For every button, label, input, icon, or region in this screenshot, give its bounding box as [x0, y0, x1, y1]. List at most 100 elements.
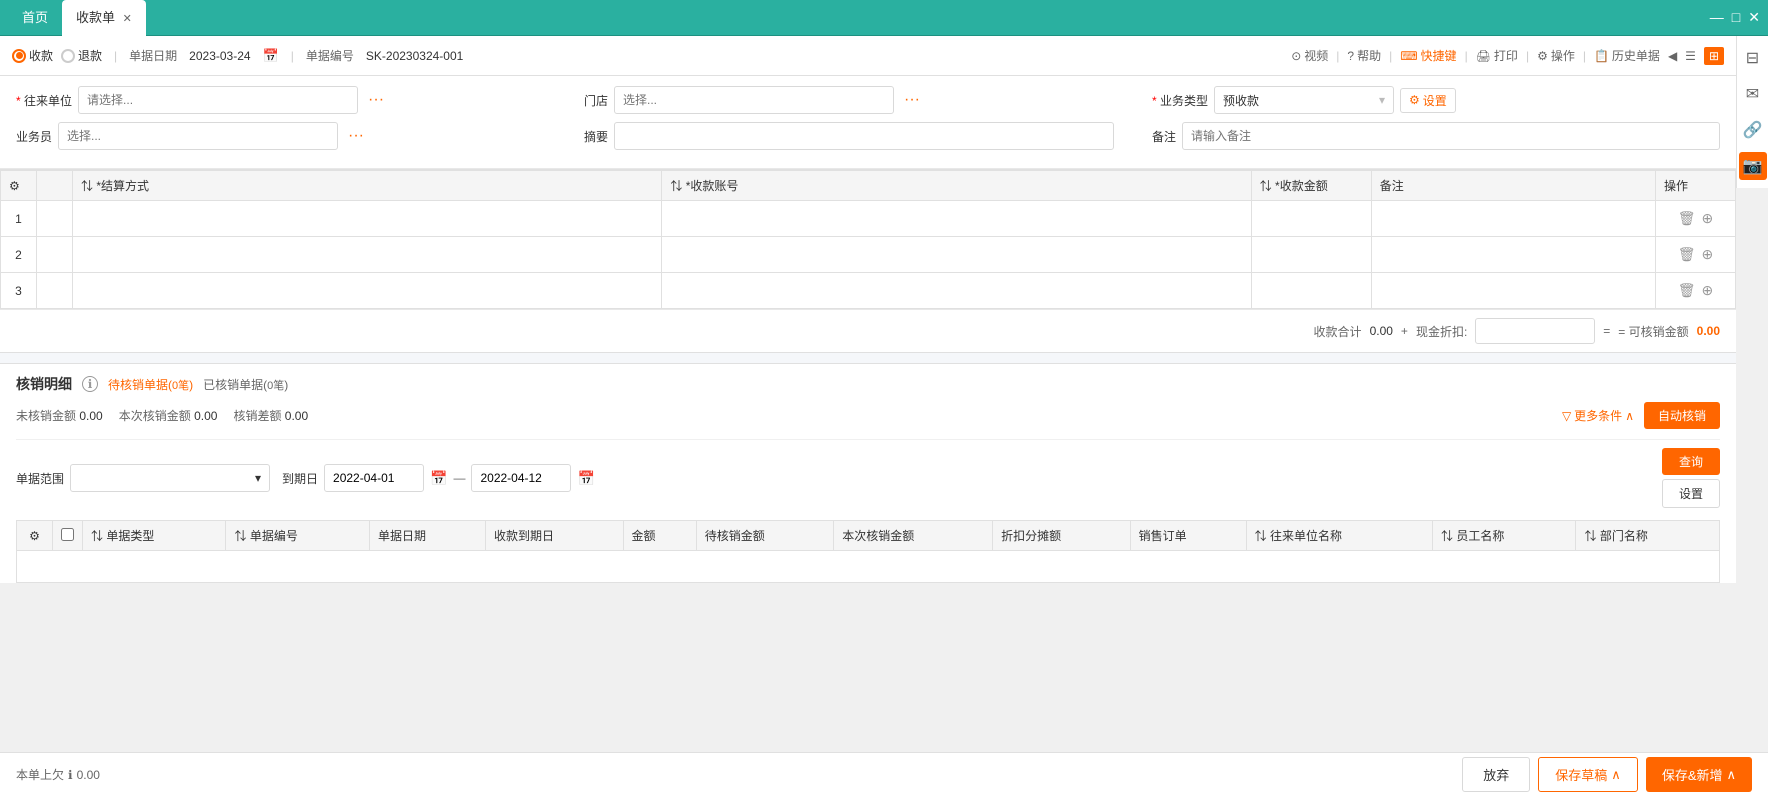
footer: 本单上欠 ℹ 0.00 放弃 保存草稿 ∧ 保存&新增 ∧	[0, 752, 1768, 796]
save-new-btn[interactable]: 保存&新增 ∧	[1646, 757, 1752, 792]
bt-col-pending: 待核销金额	[696, 521, 833, 551]
date-from-calendar-icon[interactable]: 📅	[430, 470, 447, 487]
radio-receipt[interactable]: 收款	[12, 47, 53, 64]
nav-list-icon[interactable]: ☰	[1685, 49, 1696, 63]
query-btn[interactable]: 查询	[1662, 448, 1720, 475]
panel-screenshot-icon[interactable]: 📷	[1739, 152, 1767, 180]
filter-row: 单据范围 到期日 📅 — 📅 查询 设置	[16, 439, 1720, 516]
main-content: 收款 退款 | 单据日期 2023-03-24 📅 | 单据编号 SK-2023…	[0, 36, 1768, 752]
nav-prev-icon[interactable]: ◀	[1668, 49, 1677, 63]
bt-col-settings[interactable]: ⚙	[17, 521, 53, 551]
done-tab[interactable]: 已核销单据(0笔)	[203, 376, 288, 393]
draft-btn[interactable]: 保存草稿 ∧	[1538, 757, 1638, 792]
settings-btn[interactable]: ⚙ 设置	[1400, 88, 1456, 113]
receipt-table: ⚙ ⇅ *结算方式 ⇅ *收款账号 ⇅ *收款金额 备注 操作	[0, 170, 1736, 309]
counterparty-label: 往来单位	[16, 92, 72, 109]
salesperson-input[interactable]	[58, 122, 338, 150]
row-2-copy-icon[interactable]: ⊕	[1702, 246, 1714, 263]
row-2-delete-icon[interactable]: 🗑	[1678, 246, 1696, 263]
history-btn[interactable]: 📋 历史单据	[1594, 47, 1660, 64]
bt-col-doc-num: ⇅ 单据编号	[226, 521, 369, 551]
col-account: ⇅ *收款账号	[662, 171, 1251, 201]
counterparty-field: 往来单位 ···	[16, 86, 584, 114]
save-new-arrow-icon[interactable]: ∧	[1726, 767, 1736, 783]
reconcile-stats: 未核销金额 0.00 本次核销金额 0.00 核销差额 0.00 ▽ 更多条件 …	[16, 402, 1720, 429]
radio-refund[interactable]: 退款	[61, 47, 102, 64]
row-1-delete-icon[interactable]: 🗑	[1678, 210, 1696, 227]
panel-mail-icon[interactable]: ✉	[1739, 80, 1767, 108]
date-from-input[interactable]	[324, 464, 424, 492]
shortcut-btn[interactable]: ⌨ 快捷键	[1400, 47, 1456, 64]
range-label: 单据范围	[16, 470, 64, 487]
filter-icon: ▽	[1562, 409, 1571, 423]
footer-info-icon: ℹ	[68, 768, 73, 782]
calendar-icon[interactable]: 📅	[263, 48, 279, 64]
footer-info-value: 0.00	[77, 768, 100, 782]
row-1-notes[interactable]	[1371, 201, 1655, 237]
row-3-payment[interactable]	[73, 273, 662, 309]
date-to-input[interactable]	[471, 464, 571, 492]
bt-col-discount: 折扣分摊额	[993, 521, 1130, 551]
table-row: 3 🗑 ⊕	[1, 273, 1736, 309]
table-header-row: ⚙ ⇅ *结算方式 ⇅ *收款账号 ⇅ *收款金额 备注 操作	[1, 171, 1736, 201]
unreconciled-stat: 未核销金额 0.00	[16, 407, 103, 424]
store-more-icon[interactable]: ···	[900, 91, 924, 109]
store-input[interactable]	[614, 86, 894, 114]
discount-input[interactable]	[1475, 318, 1595, 344]
salesperson-more-icon[interactable]: ···	[344, 127, 368, 145]
radio-refund-label: 退款	[78, 47, 102, 64]
panel-table-icon[interactable]: ⊟	[1739, 44, 1767, 72]
operate-btn[interactable]: ⚙ 操作	[1537, 47, 1575, 64]
radio-receipt-label: 收款	[29, 47, 53, 64]
row-1-amount[interactable]	[1251, 201, 1371, 237]
minimize-button[interactable]: —	[1710, 9, 1724, 26]
footer-info: 本单上欠 ℹ 0.00	[16, 766, 100, 783]
business-type-select[interactable]: 预收款	[1214, 86, 1394, 114]
footer-actions: 放弃 保存草稿 ∧ 保存&新增 ∧	[1462, 757, 1752, 792]
discount-label: 现金折扣:	[1416, 323, 1467, 340]
row-3-account[interactable]	[662, 273, 1251, 309]
tab-home[interactable]: 首页	[8, 0, 62, 36]
row-1-num: 1	[1, 201, 37, 237]
range-select[interactable]	[70, 464, 270, 492]
counterparty-more-icon[interactable]: ···	[364, 91, 388, 109]
row-2-notes[interactable]	[1371, 237, 1655, 273]
row-2-amount[interactable]	[1251, 237, 1371, 273]
row-2-payment[interactable]	[73, 237, 662, 273]
form-area: 往来单位 ··· 门店 ··· 业务类型 预收款 ⚙ 设置	[0, 76, 1736, 169]
summary-input[interactable]	[614, 122, 1114, 150]
nav-expand-icon[interactable]: ⊞	[1704, 47, 1724, 65]
total-label: 收款合计	[1314, 323, 1362, 340]
close-button[interactable]: ✕	[1748, 9, 1760, 26]
row-1-account[interactable]	[662, 201, 1251, 237]
bottom-table-header: ⚙ ⇅ 单据类型 ⇅ 单据编号 单据日期 收款到期日 金额 待	[17, 521, 1720, 551]
maximize-button[interactable]: □	[1732, 9, 1740, 26]
notes-input[interactable]	[1182, 122, 1720, 150]
filter-settings-btn[interactable]: 设置	[1662, 479, 1720, 508]
help-btn[interactable]: ? 帮助	[1347, 47, 1381, 64]
reconcile-info-icon[interactable]: ℹ	[82, 376, 98, 392]
panel-link-icon[interactable]: 🔗	[1739, 116, 1767, 144]
bt-col-sales-order: 销售订单	[1130, 521, 1246, 551]
draft-arrow-icon[interactable]: ∧	[1611, 767, 1621, 783]
col-settings[interactable]: ⚙	[1, 171, 37, 201]
select-all-checkbox[interactable]	[61, 528, 74, 541]
tab-receipt[interactable]: 收款单 ✕	[62, 0, 146, 36]
row-3-amount[interactable]	[1251, 273, 1371, 309]
row-1-copy-icon[interactable]: ⊕	[1702, 210, 1714, 227]
more-filter-btn[interactable]: ▽ 更多条件 ∧	[1562, 407, 1634, 424]
video-btn[interactable]: ⊙ 视频	[1291, 47, 1328, 64]
date-to-calendar-icon[interactable]: 📅	[577, 470, 594, 487]
auto-reconcile-btn[interactable]: 自动核销	[1644, 402, 1720, 429]
row-3-notes[interactable]	[1371, 273, 1655, 309]
row-2-account[interactable]	[662, 237, 1251, 273]
counterparty-input[interactable]	[78, 86, 358, 114]
abandon-btn[interactable]: 放弃	[1462, 757, 1530, 792]
bt-col-counterparty: ⇅ 往来单位名称	[1246, 521, 1432, 551]
tab-close-icon[interactable]: ✕	[123, 13, 132, 25]
row-1-payment[interactable]	[73, 201, 662, 237]
row-3-delete-icon[interactable]: 🗑	[1678, 282, 1696, 299]
row-3-copy-icon[interactable]: ⊕	[1702, 282, 1714, 299]
pending-tab[interactable]: 待核销单据(0笔)	[108, 376, 193, 393]
print-btn[interactable]: 🖨 打印	[1476, 47, 1518, 64]
